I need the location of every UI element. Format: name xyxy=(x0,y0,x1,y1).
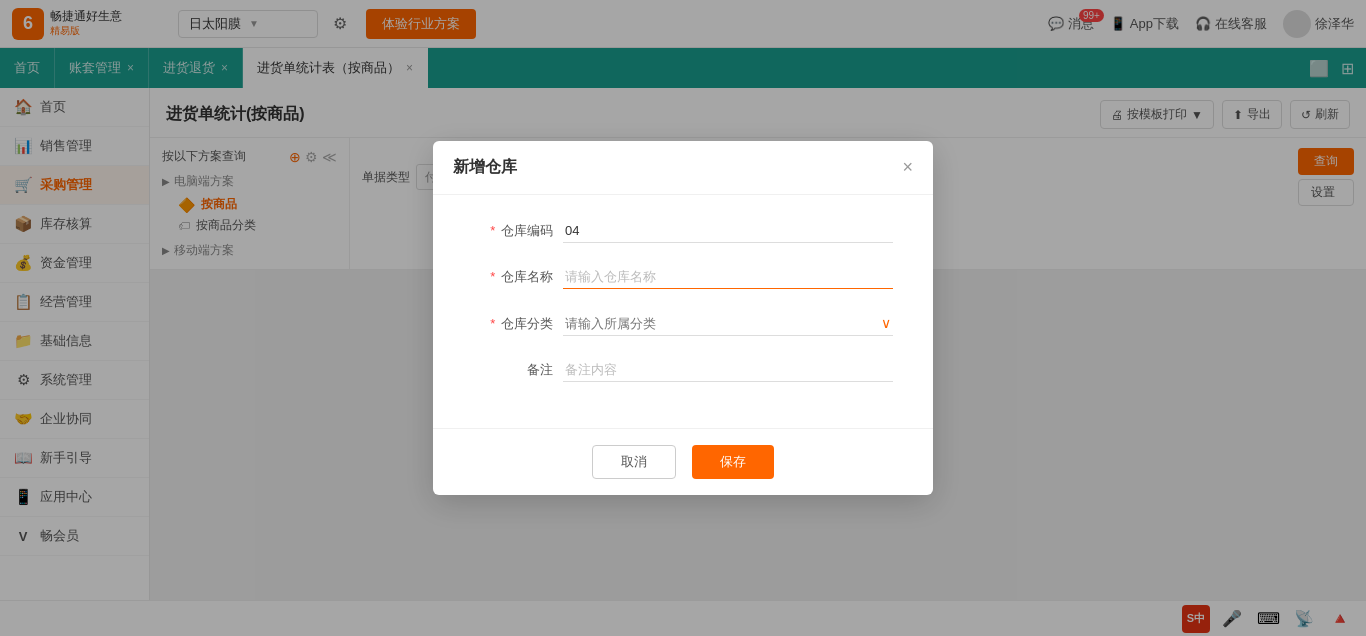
cancel-button[interactable]: 取消 xyxy=(592,445,676,479)
dialog-body: * 仓库编码 * 仓库名称 * 仓库分类 xyxy=(433,195,933,428)
note-label: 备注 xyxy=(473,361,553,379)
warehouse-name-input[interactable] xyxy=(563,265,893,289)
dialog-overlay: 新增仓库 × * 仓库编码 * 仓库名称 xyxy=(0,0,1366,636)
category-select-input[interactable] xyxy=(565,316,881,331)
warehouse-code-row: * 仓库编码 xyxy=(473,219,893,243)
code-label: * 仓库编码 xyxy=(473,222,553,240)
dialog-close-icon[interactable]: × xyxy=(902,157,913,178)
name-label: * 仓库名称 xyxy=(473,268,553,286)
dialog-footer: 取消 保存 xyxy=(433,428,933,495)
warehouse-name-row: * 仓库名称 xyxy=(473,265,893,289)
category-arrow-icon: ∨ xyxy=(881,315,891,331)
category-label: * 仓库分类 xyxy=(473,315,553,333)
warehouse-note-input[interactable] xyxy=(563,358,893,382)
dialog-header: 新增仓库 × xyxy=(433,141,933,195)
category-required-star: * xyxy=(490,316,495,331)
warehouse-category-row: * 仓库分类 ∨ xyxy=(473,311,893,336)
category-select[interactable]: ∨ xyxy=(563,311,893,336)
save-button[interactable]: 保存 xyxy=(692,445,774,479)
new-warehouse-dialog: 新增仓库 × * 仓库编码 * 仓库名称 xyxy=(433,141,933,495)
warehouse-note-row: 备注 xyxy=(473,358,893,382)
dialog-title: 新增仓库 xyxy=(453,157,517,178)
code-required-star: * xyxy=(490,223,495,238)
warehouse-code-input[interactable] xyxy=(563,219,893,243)
name-required-star: * xyxy=(490,269,495,284)
